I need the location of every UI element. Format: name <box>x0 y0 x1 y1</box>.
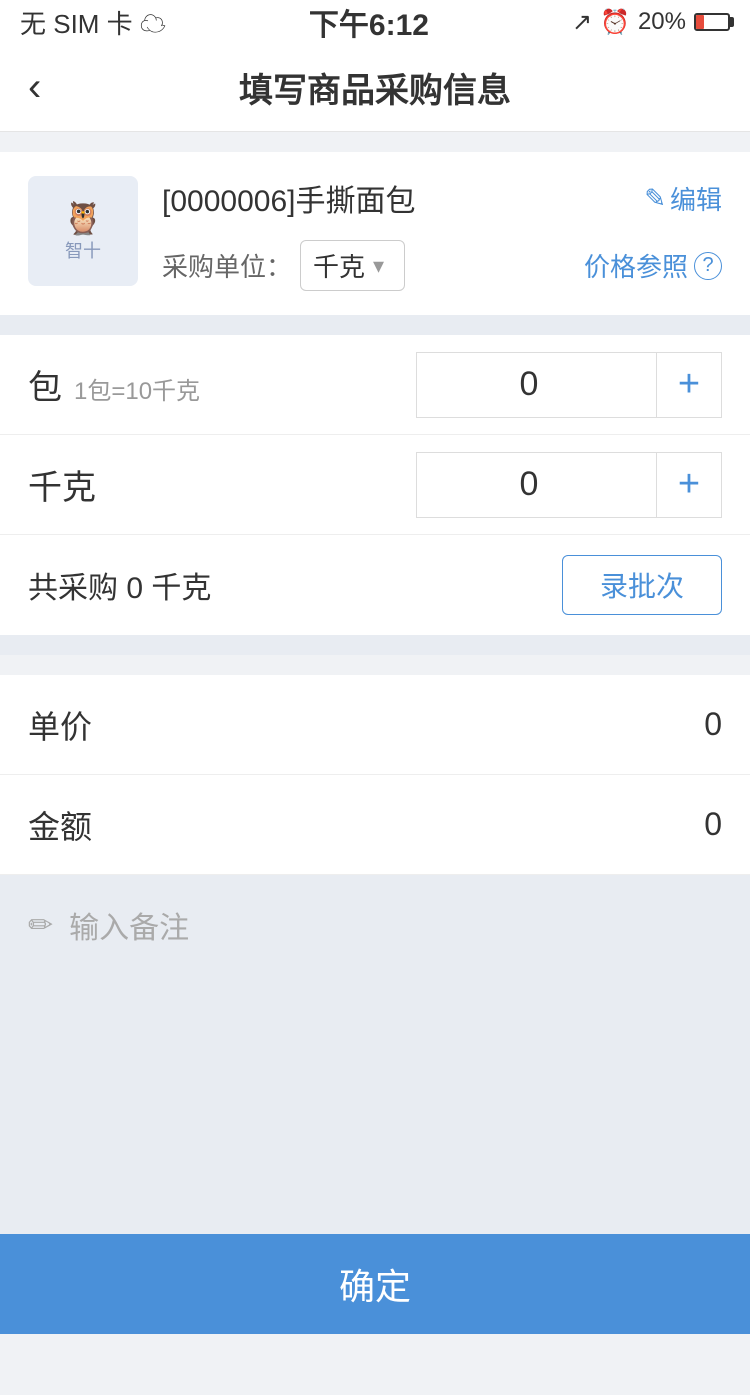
kg-input-group: + <box>416 452 722 518</box>
edit-label: 编辑 <box>670 180 722 217</box>
signal-text: 无 SIM 卡 ☁ <box>20 4 166 41</box>
pack-label-group: 包 1包=10千克 <box>28 360 200 409</box>
location-icon: ↗ <box>572 8 592 37</box>
section-divider-2 <box>0 635 750 655</box>
summary-text: 共采购 0 千克 <box>28 563 211 607</box>
product-card: 🦉 智十 [0000006]手撕面包 ✎ 编辑 采购单位： 千克 ▾ <box>0 152 750 315</box>
section-divider-1 <box>0 315 750 335</box>
battery-text: 20% <box>638 8 686 36</box>
confirm-button[interactable]: 确定 <box>0 1234 750 1334</box>
amount-row: 金额 0 <box>0 775 750 875</box>
unit-price-row: 单价 0 <box>0 675 750 775</box>
price-ref-label: 价格参照 <box>584 247 688 284</box>
product-info: [0000006]手撕面包 ✎ 编辑 采购单位： 千克 ▾ 价格参照 ? <box>162 176 722 291</box>
edit-button[interactable]: ✎ 编辑 <box>644 180 722 217</box>
note-section: ✏ 输入备注 <box>0 875 750 995</box>
summary-row: 共采购 0 千克 录批次 <box>0 535 750 635</box>
pack-input-row: 包 1包=10千克 + <box>0 335 750 435</box>
kg-plus-button[interactable]: + <box>656 452 722 518</box>
unit-price-value: 0 <box>704 706 722 743</box>
status-time: 下午6:12 <box>309 0 429 44</box>
edit-icon: ✎ <box>644 183 666 214</box>
price-ref-help-icon: ? <box>694 252 722 280</box>
unit-price-label: 单价 <box>28 702 92 748</box>
pack-sub-label: 1包=10千克 <box>74 371 200 406</box>
pack-label: 包 <box>28 360 62 409</box>
status-left: 无 SIM 卡 ☁ <box>20 4 166 41</box>
product-name-row: [0000006]手撕面包 ✎ 编辑 <box>162 176 722 220</box>
unit-select[interactable]: 千克 ▾ <box>300 240 405 291</box>
product-thumbnail: 🦉 智十 <box>28 176 138 286</box>
battery-icon <box>694 13 730 31</box>
back-button[interactable]: ‹ <box>28 65 41 110</box>
kg-input[interactable] <box>416 452 656 518</box>
kg-input-row: 千克 + <box>0 435 750 535</box>
product-name: [0000006]手撕面包 <box>162 176 415 220</box>
pack-input[interactable] <box>416 352 656 418</box>
batch-record-button[interactable]: 录批次 <box>562 555 722 615</box>
kg-label: 千克 <box>28 460 96 509</box>
page-title: 填写商品采购信息 <box>239 63 511 112</box>
alarm-icon: ⏰ <box>600 8 630 37</box>
pencil-icon: ✏ <box>28 908 53 943</box>
note-input-area[interactable]: ✏ 输入备注 <box>28 903 722 947</box>
price-reference-button[interactable]: 价格参照 ? <box>584 247 722 284</box>
nav-bar: ‹ 填写商品采购信息 <box>0 44 750 132</box>
price-section: 单价 0 金额 0 <box>0 675 750 875</box>
input-section: 包 1包=10千克 + 千克 + 共采购 0 千克 录批次 <box>0 335 750 635</box>
amount-label: 金额 <box>28 802 92 848</box>
amount-value: 0 <box>704 806 722 843</box>
note-placeholder: 输入备注 <box>69 903 189 947</box>
unit-label: 采购单位： <box>162 247 292 284</box>
unit-dropdown-icon: ▾ <box>373 253 384 279</box>
pack-input-group: + <box>416 352 722 418</box>
product-unit-row: 采购单位： 千克 ▾ 价格参照 ? <box>162 240 722 291</box>
product-logo: 🦉 智十 <box>63 199 103 263</box>
status-bar: 无 SIM 卡 ☁ 下午6:12 ↗ ⏰ 20% <box>0 0 750 44</box>
pack-plus-button[interactable]: + <box>656 352 722 418</box>
unit-value: 千克 <box>313 247 365 284</box>
status-right: ↗ ⏰ 20% <box>572 8 730 37</box>
